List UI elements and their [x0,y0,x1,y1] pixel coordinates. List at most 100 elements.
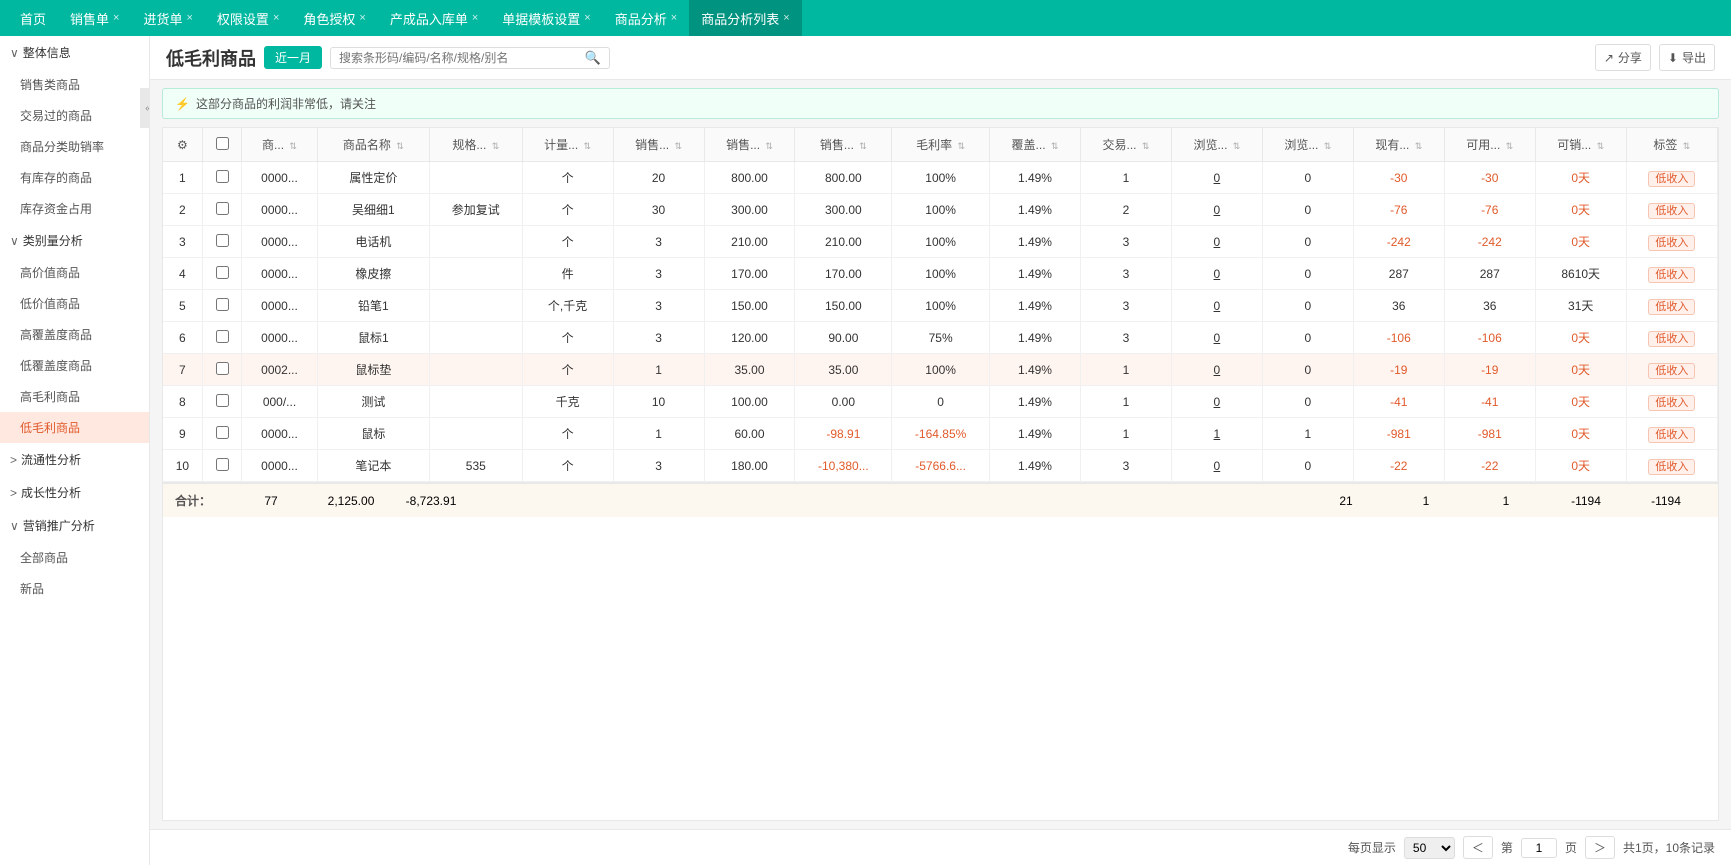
cell-code: 0000... [242,258,317,290]
nav-product-analysis[interactable]: 商品分析 × [603,0,689,36]
cell-sales-qty: 3 [613,290,704,322]
col-saleable[interactable]: 可销... ⇅ [1535,128,1626,162]
sidebar-item-all-goods[interactable]: 全部商品 [0,542,149,573]
sidebar-item-low-margin[interactable]: 低毛利商品 [0,412,149,443]
cell-checkbox[interactable] [202,322,241,354]
row-checkbox[interactable] [216,394,229,407]
cell-available: -30 [1444,162,1535,194]
sidebar-item-low-coverage[interactable]: 低覆盖度商品 [0,350,149,381]
nav-sales[interactable]: 销售单 × [58,0,131,36]
close-icon[interactable]: × [186,12,192,24]
cell-checkbox[interactable] [202,290,241,322]
col-current[interactable]: 现有... ⇅ [1353,128,1444,162]
export-button[interactable]: ⬇ 导出 [1659,44,1715,71]
col-unit[interactable]: 计量... ⇅ [522,128,613,162]
cell-no: 1 [163,162,202,194]
sidebar-group-category[interactable]: ∨ 类别量分析 [0,224,149,257]
sidebar-collapse-btn[interactable]: « [140,88,150,128]
filter-recent-month-button[interactable]: 近一月 [264,46,322,69]
cell-browse1[interactable]: 0 [1171,386,1262,418]
close-icon[interactable]: × [113,12,119,24]
next-page-button[interactable]: ＞ [1585,836,1615,859]
cell-checkbox[interactable] [202,354,241,386]
row-checkbox[interactable] [216,170,229,183]
close-icon[interactable]: × [359,12,365,24]
col-spec[interactable]: 规格... ⇅ [429,128,522,162]
cell-browse1[interactable]: 0 [1171,258,1262,290]
sidebar-item-high-coverage[interactable]: 高覆盖度商品 [0,319,149,350]
row-checkbox[interactable] [216,298,229,311]
cell-trade: 3 [1080,226,1171,258]
page-number-input[interactable] [1521,838,1557,858]
sidebar-item-category-rate[interactable]: 商品分类助销率 [0,131,149,162]
cell-checkbox[interactable] [202,226,241,258]
share-button[interactable]: ↗ 分享 [1595,44,1651,71]
sidebar-item-low-value[interactable]: 低价值商品 [0,288,149,319]
sidebar-group-circulation[interactable]: > 流通性分析 [0,443,149,476]
col-coverage[interactable]: 覆盖... ⇅ [990,128,1081,162]
nav-template[interactable]: 单据模板设置 × [490,0,602,36]
close-icon[interactable]: × [472,12,478,24]
cell-checkbox[interactable] [202,386,241,418]
per-page-select[interactable]: 50 100 200 [1404,837,1455,859]
sidebar-group-growth[interactable]: > 成长性分析 [0,476,149,509]
cell-browse1[interactable]: 0 [1171,226,1262,258]
sidebar-item-traded-goods[interactable]: 交易过的商品 [0,100,149,131]
col-trade[interactable]: 交易... ⇅ [1080,128,1171,162]
row-checkbox[interactable] [216,362,229,375]
sidebar-item-inventory-capital[interactable]: 库存资金占用 [0,193,149,224]
cell-browse1[interactable]: 0 [1171,450,1262,482]
col-sales-amount[interactable]: 销售... ⇅ [795,128,892,162]
row-checkbox[interactable] [216,202,229,215]
row-checkbox[interactable] [216,234,229,247]
close-icon[interactable]: × [584,12,590,24]
col-settings[interactable]: ⚙ [163,128,202,162]
cell-checkbox[interactable] [202,450,241,482]
row-checkbox[interactable] [216,330,229,343]
cell-browse1[interactable]: 1 [1171,418,1262,450]
nav-home[interactable]: 首页 [8,0,58,36]
sidebar-item-high-margin[interactable]: 高毛利商品 [0,381,149,412]
cell-browse1[interactable]: 0 [1171,194,1262,226]
sidebar-item-high-value[interactable]: 高价值商品 [0,257,149,288]
cell-browse1[interactable]: 0 [1171,290,1262,322]
col-name[interactable]: 商品名称 ⇅ [317,128,429,162]
nav-purchase[interactable]: 进货单 × [131,0,204,36]
cell-sales-amount: 90.00 [795,322,892,354]
sidebar-group-marketing[interactable]: ∨ 营销推广分析 [0,509,149,542]
close-icon[interactable]: × [783,12,789,24]
cell-checkbox[interactable] [202,194,241,226]
nav-permissions[interactable]: 权限设置 × [205,0,291,36]
cell-sales-price: 170.00 [704,258,795,290]
col-available[interactable]: 可用... ⇅ [1444,128,1535,162]
col-tag[interactable]: 标签 ⇅ [1626,128,1717,162]
cell-browse1[interactable]: 0 [1171,322,1262,354]
row-checkbox[interactable] [216,458,229,471]
search-input[interactable] [339,51,585,65]
nav-product-entry[interactable]: 产成品入库单 × [378,0,490,36]
sidebar-item-new-goods[interactable]: 新品 [0,573,149,604]
col-browse2[interactable]: 浏览... ⇅ [1262,128,1353,162]
cell-checkbox[interactable] [202,418,241,450]
col-sales-price[interactable]: 销售... ⇅ [704,128,795,162]
nav-roles[interactable]: 角色授权 × [291,0,377,36]
col-browse1[interactable]: 浏览... ⇅ [1171,128,1262,162]
select-all-checkbox[interactable] [216,137,229,150]
sidebar-item-sales-goods[interactable]: 销售类商品 [0,69,149,100]
close-icon[interactable]: × [671,12,677,24]
col-sales-qty[interactable]: 销售... ⇅ [613,128,704,162]
col-gross-margin[interactable]: 毛利率 ⇅ [892,128,990,162]
cell-browse1[interactable]: 0 [1171,354,1262,386]
cell-browse1[interactable]: 0 [1171,162,1262,194]
prev-page-button[interactable]: ＜ [1463,836,1493,859]
col-code[interactable]: 商... ⇅ [242,128,317,162]
nav-product-analysis-list[interactable]: 商品分析列表 × [689,0,801,36]
sidebar-group-overall[interactable]: ∨ 整体信息 [0,36,149,69]
close-icon[interactable]: × [273,12,279,24]
cell-sales-qty: 3 [613,258,704,290]
cell-checkbox[interactable] [202,258,241,290]
sidebar-item-inventory-goods[interactable]: 有库存的商品 [0,162,149,193]
row-checkbox[interactable] [216,426,229,439]
row-checkbox[interactable] [216,266,229,279]
cell-checkbox[interactable] [202,162,241,194]
